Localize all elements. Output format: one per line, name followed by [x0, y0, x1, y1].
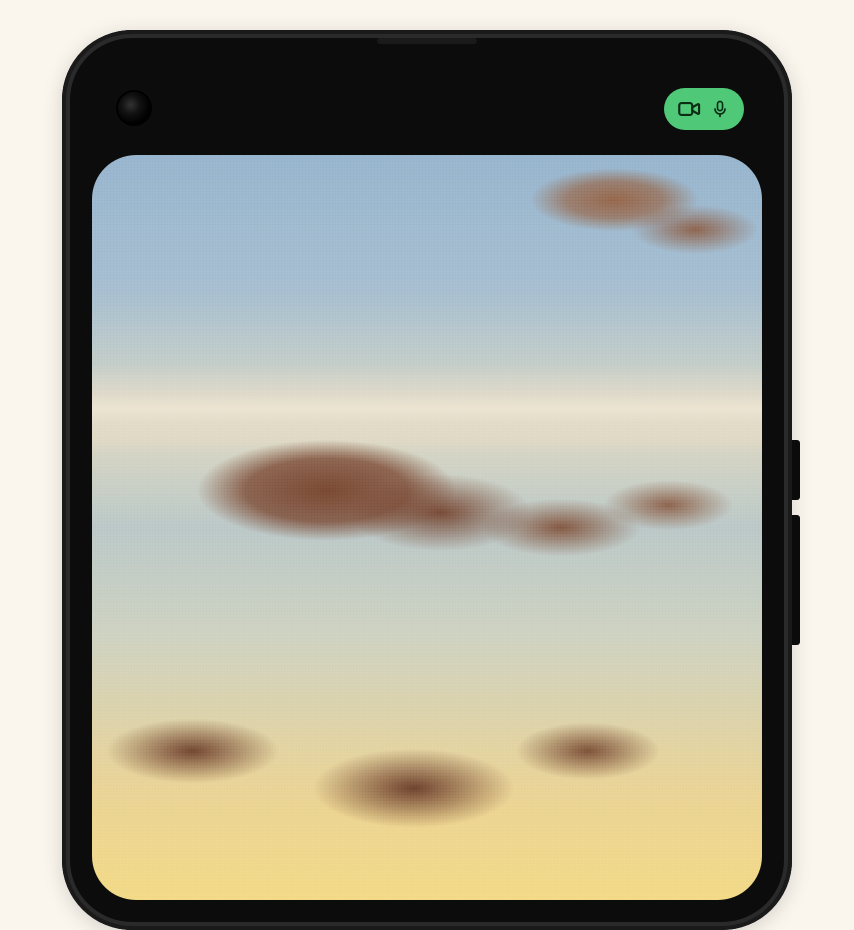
- screen-viewport[interactable]: [92, 155, 762, 900]
- camera-icon: [676, 96, 702, 122]
- privacy-indicator-pill[interactable]: [664, 88, 744, 130]
- wallpaper-image: [92, 155, 762, 900]
- phone-speaker-slit: [377, 38, 477, 44]
- phone-side-button-volume: [792, 515, 800, 645]
- phone-frame: [62, 30, 792, 930]
- status-bar: [92, 70, 762, 150]
- front-camera-hole: [118, 92, 150, 124]
- microphone-icon: [710, 96, 730, 122]
- phone-side-button-power: [792, 440, 800, 500]
